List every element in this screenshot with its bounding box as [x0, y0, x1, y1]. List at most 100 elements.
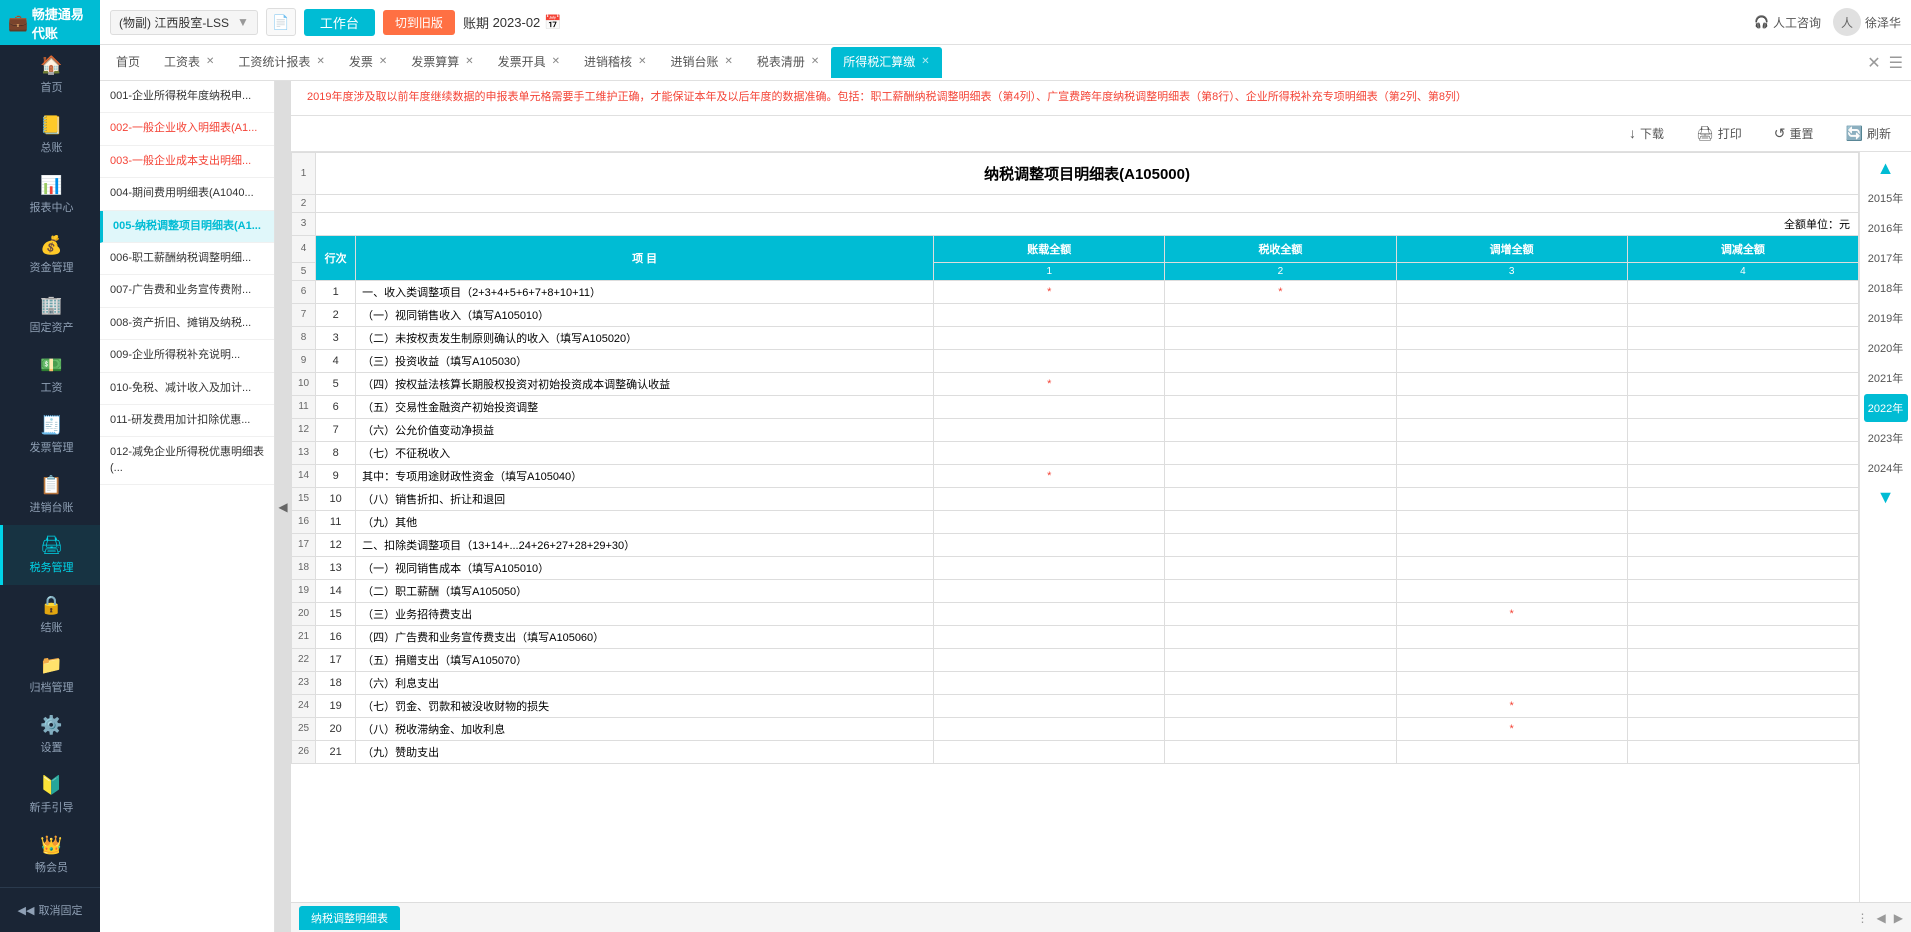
row-e-23[interactable]: [1396, 671, 1627, 694]
tab-close-icon[interactable]: ✕: [724, 56, 732, 67]
user-menu[interactable]: 人 徐泽华: [1833, 8, 1901, 36]
row-item-26[interactable]: （九）赞助支出: [356, 740, 934, 763]
row-e-18[interactable]: [1396, 556, 1627, 579]
sidebar-item-general-ledger[interactable]: 📒总账: [0, 105, 100, 165]
row-f-13[interactable]: [1627, 441, 1858, 464]
row-e-8[interactable]: [1396, 326, 1627, 349]
company-selector[interactable]: (物副) 江西股室-LSS ▼: [110, 10, 258, 35]
row-f-17[interactable]: [1627, 533, 1858, 556]
row-c-7[interactable]: [934, 303, 1165, 326]
row-f-8[interactable]: [1627, 326, 1858, 349]
row-c-13[interactable]: [934, 441, 1165, 464]
row-d-8[interactable]: [1165, 326, 1396, 349]
row-f-25[interactable]: [1627, 717, 1858, 740]
row-item-14[interactable]: 其中：专项用途财政性资金（填写A105040）: [356, 464, 934, 487]
left-panel-item-002[interactable]: 002-一般企业收入明细表(A1...: [100, 113, 274, 145]
print-button[interactable]: 🖨 打印: [1688, 122, 1750, 145]
sidebar-item-archive-mgmt[interactable]: 📁归档管理: [0, 645, 100, 705]
sidebar-item-home[interactable]: 🏠首页: [0, 45, 100, 105]
row-d-12[interactable]: [1165, 418, 1396, 441]
tab-close-icon[interactable]: ✕: [379, 56, 387, 67]
tab-menu-icon[interactable]: ☰: [1889, 53, 1903, 73]
row-item-25[interactable]: （八）税收滞纳金、加收利息: [356, 717, 934, 740]
row-c-26[interactable]: [934, 740, 1165, 763]
row-d-21[interactable]: [1165, 625, 1396, 648]
tab-发票算算[interactable]: 发票算算✕: [399, 47, 485, 78]
row-item-10[interactable]: （四）按权益法核算长期股权投资对初始投资成本调整确认收益: [356, 372, 934, 395]
row-e-9[interactable]: [1396, 349, 1627, 372]
unpin-button[interactable]: ◀◀ 取消固定: [0, 896, 100, 924]
row-f-26[interactable]: [1627, 740, 1858, 763]
tab-税表清册[interactable]: 税表清册✕: [745, 47, 831, 78]
year-item-2015年[interactable]: 2015年: [1864, 184, 1908, 212]
left-panel-item-012[interactable]: 012-减免企业所得税优惠明细表(...: [100, 437, 274, 485]
year-item-2016年[interactable]: 2016年: [1864, 214, 1908, 242]
old-version-button[interactable]: 切到旧版: [383, 10, 455, 35]
row-c-21[interactable]: [934, 625, 1165, 648]
row-c-12[interactable]: [934, 418, 1165, 441]
scroll-left-icon[interactable]: ◀: [1877, 911, 1886, 925]
row-c-6[interactable]: *: [934, 280, 1165, 303]
row-e-14[interactable]: [1396, 464, 1627, 487]
row-f-22[interactable]: [1627, 648, 1858, 671]
row-c-14[interactable]: *: [934, 464, 1165, 487]
row-c-11[interactable]: [934, 395, 1165, 418]
left-panel-item-001[interactable]: 001-企业所得税年度纳税申...: [100, 81, 274, 113]
collapse-panel-button[interactable]: ◀: [275, 81, 291, 932]
row-f-15[interactable]: [1627, 487, 1858, 510]
row-item-11[interactable]: （五）交易性金融资产初始投资调整: [356, 395, 934, 418]
row-d-25[interactable]: [1165, 717, 1396, 740]
row-d-7[interactable]: [1165, 303, 1396, 326]
row-f-14[interactable]: [1627, 464, 1858, 487]
row-c-10[interactable]: *: [934, 372, 1165, 395]
row-item-24[interactable]: （七）罚金、罚款和被没收财物的损失: [356, 694, 934, 717]
sidebar-item-fixed-assets[interactable]: 🏢固定资产: [0, 285, 100, 345]
row-e-20[interactable]: *: [1396, 602, 1627, 625]
row-f-12[interactable]: [1627, 418, 1858, 441]
row-c-23[interactable]: [934, 671, 1165, 694]
year-item-2021年[interactable]: 2021年: [1864, 364, 1908, 392]
row-c-15[interactable]: [934, 487, 1165, 510]
row-e-6[interactable]: [1396, 280, 1627, 303]
left-panel-item-003[interactable]: 003-一般企业成本支出明细...: [100, 146, 274, 178]
row-e-11[interactable]: [1396, 395, 1627, 418]
row-e-13[interactable]: [1396, 441, 1627, 464]
row-c-19[interactable]: [934, 579, 1165, 602]
row-e-26[interactable]: [1396, 740, 1627, 763]
row-item-7[interactable]: （一）视同销售收入（填写A105010）: [356, 303, 934, 326]
year-item-2023年[interactable]: 2023年: [1864, 424, 1908, 452]
tab-close-icon[interactable]: ✕: [316, 56, 324, 67]
sidebar-item-asset-mgmt[interactable]: 💰资金管理: [0, 225, 100, 285]
row-item-21[interactable]: （四）广告费和业务宣传费支出（填写A105060）: [356, 625, 934, 648]
row-item-23[interactable]: （六）利息支出: [356, 671, 934, 694]
row-item-13[interactable]: （七）不征税收入: [356, 441, 934, 464]
workbench-button[interactable]: 工作台: [304, 9, 375, 36]
row-d-26[interactable]: [1165, 740, 1396, 763]
tab-首页[interactable]: 首页: [104, 47, 152, 78]
row-item-19[interactable]: （二）职工薪酬（填写A105050）: [356, 579, 934, 602]
year-item-2017年[interactable]: 2017年: [1864, 244, 1908, 272]
reset-button[interactable]: ↺ 重置: [1766, 122, 1822, 145]
tab-close-icon[interactable]: ✕: [921, 56, 929, 67]
row-item-9[interactable]: （三）投资收益（填写A105030）: [356, 349, 934, 372]
row-item-16[interactable]: （九）其他: [356, 510, 934, 533]
row-d-13[interactable]: [1165, 441, 1396, 464]
sidebar-item-invoice-mgmt[interactable]: 🧾发票管理: [0, 405, 100, 465]
row-d-23[interactable]: [1165, 671, 1396, 694]
row-item-20[interactable]: （三）业务招待费支出: [356, 602, 934, 625]
row-c-8[interactable]: [934, 326, 1165, 349]
bottom-tab[interactable]: 纳税调整明细表: [299, 906, 400, 930]
row-item-15[interactable]: （八）销售折扣、折让和退回: [356, 487, 934, 510]
year-item-2019年[interactable]: 2019年: [1864, 304, 1908, 332]
left-panel-item-011[interactable]: 011-研发费用加计扣除优惠...: [100, 405, 274, 437]
row-e-15[interactable]: [1396, 487, 1627, 510]
year-item-2022年[interactable]: 2022年: [1864, 394, 1908, 422]
row-f-9[interactable]: [1627, 349, 1858, 372]
row-f-16[interactable]: [1627, 510, 1858, 533]
year-item-2018年[interactable]: 2018年: [1864, 274, 1908, 302]
row-c-20[interactable]: [934, 602, 1165, 625]
row-f-23[interactable]: [1627, 671, 1858, 694]
row-c-18[interactable]: [934, 556, 1165, 579]
row-e-24[interactable]: *: [1396, 694, 1627, 717]
row-item-12[interactable]: （六）公允价值变动净损益: [356, 418, 934, 441]
